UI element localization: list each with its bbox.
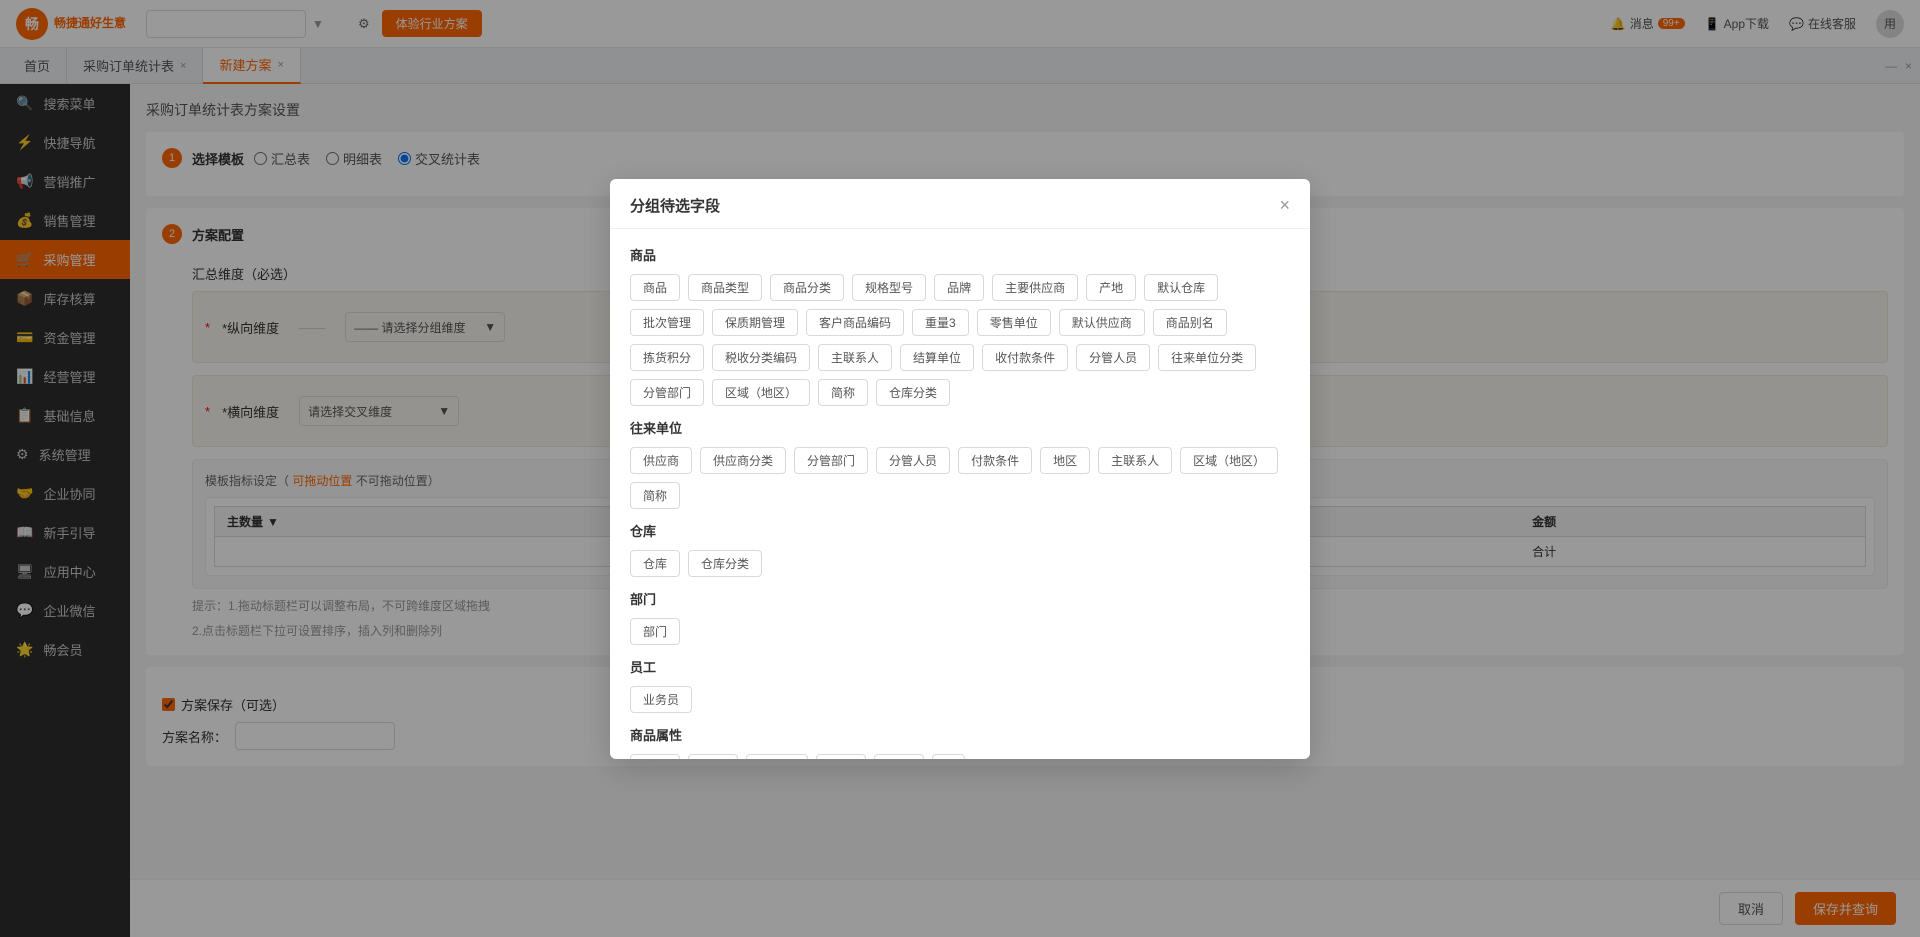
field-tag[interactable]: 地区: [1040, 447, 1090, 474]
field-tag[interactable]: 商品分类: [770, 274, 844, 301]
field-tag[interactable]: 品牌: [934, 274, 984, 301]
modal-header: 分组待选字段 ×: [610, 179, 1310, 229]
field-tag[interactable]: 往来单位分类: [1158, 344, 1256, 371]
modal-body: 商品商品商品类型商品分类规格型号品牌主要供应商产地默认仓库批次管理保质期管理客户…: [610, 229, 1310, 759]
field-tag[interactable]: 收付款条件: [982, 344, 1068, 371]
field-tag[interactable]: 部门: [630, 618, 680, 645]
field-tag[interactable]: 业务员: [630, 686, 692, 713]
field-tag[interactable]: 结算单位: [900, 344, 974, 371]
field-tag[interactable]: 简称: [818, 379, 868, 406]
field-tag[interactable]: 区域（地区）: [1180, 447, 1278, 474]
modal-section-title-部门: 部门: [630, 589, 1290, 608]
modal-section-title-商品: 商品: [630, 245, 1290, 264]
field-tag[interactable]: 产地: [1086, 274, 1136, 301]
field-tag[interactable]: 仓库分类: [688, 550, 762, 577]
field-tag[interactable]: 区域（地区）: [712, 379, 810, 406]
field-grid-部门: 部门: [630, 618, 1290, 645]
field-tag[interactable]: 属性: [630, 754, 680, 759]
modal-title: 分组待选字段: [630, 195, 720, 216]
field-tag[interactable]: 仓库分类: [876, 379, 950, 406]
field-tag[interactable]: 1: [932, 754, 965, 759]
field-tag[interactable]: 默认供应商: [1059, 309, 1145, 336]
field-tag[interactable]: 重量3: [912, 309, 969, 336]
field-tag[interactable]: 颜色: [688, 754, 738, 759]
field-tag[interactable]: 主要供应商: [992, 274, 1078, 301]
field-tag[interactable]: 多规格: [746, 754, 808, 759]
field-tag[interactable]: 鞋码: [874, 754, 924, 759]
field-tag[interactable]: 供应商: [630, 447, 692, 474]
field-grid-往来单位: 供应商供应商分类分管部门分管人员付款条件地区主联系人区域（地区） 简称: [630, 447, 1290, 509]
field-tag[interactable]: 主联系人: [1098, 447, 1172, 474]
field-tag[interactable]: 分管部门: [630, 379, 704, 406]
field-tag[interactable]: 税收分类编码: [712, 344, 810, 371]
field-tag[interactable]: 供应商分类: [700, 447, 786, 474]
field-tag[interactable]: 商品类型: [688, 274, 762, 301]
field-grid-员工: 业务员: [630, 686, 1290, 713]
field-tag[interactable]: 付款条件: [958, 447, 1032, 474]
modal-section-title-仓库: 仓库: [630, 521, 1290, 540]
modal-overlay: 分组待选字段 × 商品商品商品类型商品分类规格型号品牌主要供应商产地默认仓库批次…: [0, 0, 1920, 937]
modal-section-title-往来单位: 往来单位: [630, 418, 1290, 437]
modal-section-title-商品属性: 商品属性: [630, 725, 1290, 744]
field-tag[interactable]: 客户商品编码: [806, 309, 904, 336]
field-tag[interactable]: 简称: [630, 482, 680, 509]
field-tag[interactable]: 零售单位: [977, 309, 1051, 336]
modal-close-icon[interactable]: ×: [1279, 195, 1290, 216]
field-tag[interactable]: 默认仓库: [1144, 274, 1218, 301]
field-tag[interactable]: 仓库: [630, 550, 680, 577]
field-grid-仓库: 仓库仓库分类: [630, 550, 1290, 577]
modal-section-title-员工: 员工: [630, 657, 1290, 676]
field-tag[interactable]: 商品别名: [1153, 309, 1227, 336]
field-grid-商品属性: 属性 颜色 多规格 尺码 鞋码 1: [630, 754, 1290, 759]
field-tag[interactable]: 分管部门: [794, 447, 868, 474]
field-tag[interactable]: 保质期管理: [712, 309, 798, 336]
field-tag[interactable]: 尺码: [816, 754, 866, 759]
field-tag[interactable]: 商品: [630, 274, 680, 301]
field-tag[interactable]: 主联系人: [818, 344, 892, 371]
field-select-modal: 分组待选字段 × 商品商品商品类型商品分类规格型号品牌主要供应商产地默认仓库批次…: [610, 179, 1310, 759]
field-grid-商品: 商品商品类型商品分类规格型号品牌主要供应商产地默认仓库批次管理保质期管理客户商品…: [630, 274, 1290, 406]
field-tag[interactable]: 拣货积分: [630, 344, 704, 371]
field-tag[interactable]: 批次管理: [630, 309, 704, 336]
field-tag[interactable]: 分管人员: [1076, 344, 1150, 371]
field-tag[interactable]: 规格型号: [852, 274, 926, 301]
field-tag[interactable]: 分管人员: [876, 447, 950, 474]
